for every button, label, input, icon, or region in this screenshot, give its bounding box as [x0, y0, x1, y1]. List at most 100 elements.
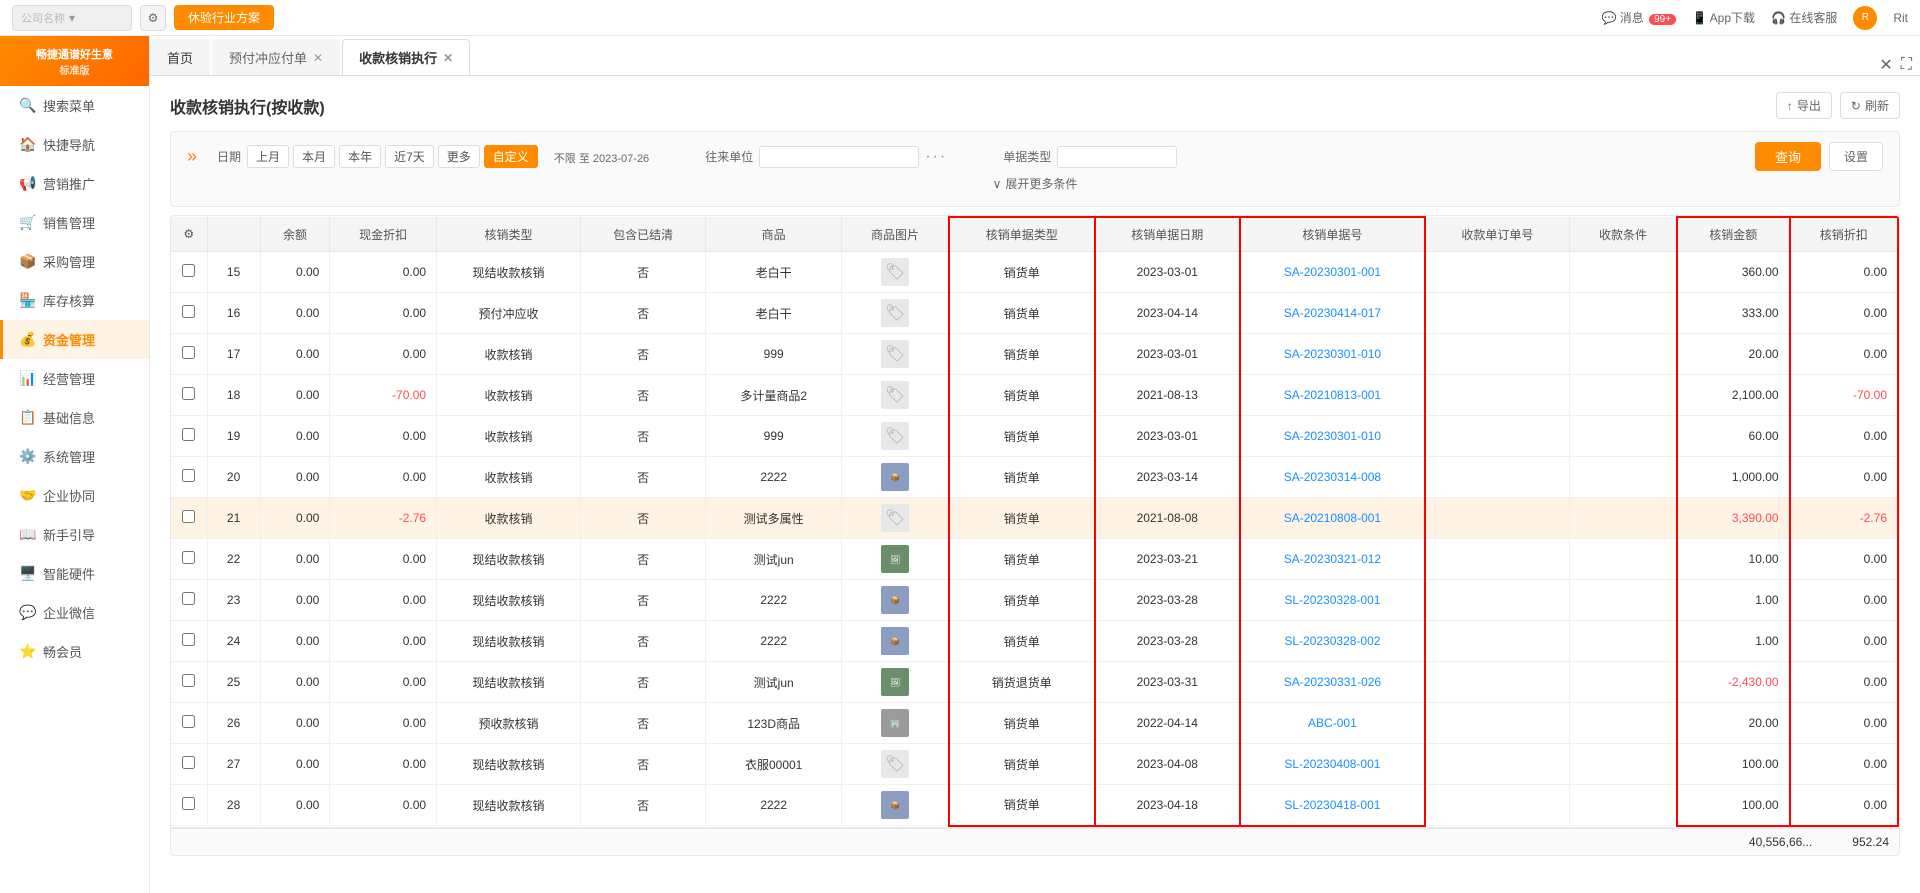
refresh-button[interactable]: ↻ 刷新 [1840, 92, 1900, 119]
row-checkbox[interactable] [182, 592, 195, 605]
doc-no-link[interactable]: SA-20230301-001 [1284, 265, 1381, 279]
cell-check[interactable] [171, 334, 207, 375]
cell-product-image: 🏷 [842, 416, 950, 457]
tab-minimize-icon[interactable]: ✕ [1879, 55, 1892, 75]
row-checkbox[interactable] [182, 264, 195, 277]
doc-no-link[interactable]: SL-20230418-001 [1284, 798, 1380, 812]
row-checkbox[interactable] [182, 756, 195, 769]
row-checkbox[interactable] [182, 346, 195, 359]
tab-maximize-icon[interactable]: ⛶ [1901, 56, 1912, 74]
doc-no-link[interactable]: SA-20230331-026 [1284, 675, 1381, 689]
col-settings[interactable]: ⚙ [171, 217, 207, 252]
cell-include-settled: 否 [581, 703, 706, 744]
doc-no-link[interactable]: SA-20230321-012 [1284, 552, 1381, 566]
user-avatar[interactable]: R [1853, 6, 1877, 30]
cell-writeoff-doc-no: SA-20230414-017 [1240, 293, 1425, 334]
doc-no-link[interactable]: ABC-001 [1308, 716, 1357, 730]
date-btn-this-year[interactable]: 本年 [339, 145, 381, 168]
search-button[interactable]: 查询 [1755, 142, 1821, 171]
settings-button[interactable]: ⚙ [140, 5, 166, 31]
doc-no-link[interactable]: SA-20210808-001 [1284, 511, 1381, 525]
row-checkbox[interactable] [182, 551, 195, 564]
setting-button[interactable]: 设置 [1829, 142, 1883, 171]
sidebar-item-enterprise[interactable]: 🤝企业协同 [0, 476, 149, 515]
tab-prepay-close[interactable]: ✕ [313, 51, 323, 65]
cell-balance: 0.00 [260, 498, 330, 539]
sidebar-item-basic[interactable]: 📋基础信息 [0, 398, 149, 437]
online-service[interactable]: 🎧 在线客服 [1771, 9, 1837, 26]
cell-check[interactable] [171, 457, 207, 498]
doc-no-link[interactable]: SA-20230414-017 [1284, 306, 1381, 320]
sidebar-item-purchase[interactable]: 📦采购管理 [0, 242, 149, 281]
doc-no-link[interactable]: SL-20230328-002 [1284, 634, 1380, 648]
app-download[interactable]: 📱 App下载 [1692, 9, 1755, 26]
row-checkbox[interactable] [182, 305, 195, 318]
cell-check[interactable] [171, 293, 207, 334]
date-btn-last-month[interactable]: 上月 [247, 145, 289, 168]
sidebar-item-search[interactable]: 🔍搜索菜单 [0, 86, 149, 125]
source-unit-input[interactable] [759, 146, 919, 168]
row-checkbox[interactable] [182, 469, 195, 482]
cell-receipt-order-no [1425, 662, 1570, 703]
expand-more[interactable]: ∨ 展开更多条件 [187, 171, 1883, 196]
cell-check[interactable] [171, 375, 207, 416]
cell-writeoff-doc-type: 销货单 [949, 416, 1094, 457]
doc-no-link[interactable]: SA-20230314-008 [1284, 470, 1381, 484]
sidebar-item-marketing[interactable]: 📢营销推广 [0, 164, 149, 203]
row-checkbox[interactable] [182, 633, 195, 646]
row-checkbox[interactable] [182, 510, 195, 523]
sidebar-item-hardware[interactable]: 🖥️智能硬件 [0, 554, 149, 593]
cell-check[interactable] [171, 498, 207, 539]
row-checkbox[interactable] [182, 797, 195, 810]
industry-button[interactable]: 休验行业方案 [174, 5, 274, 30]
sidebar-item-wechat[interactable]: 💬企业微信 [0, 593, 149, 632]
tab-receivable-close[interactable]: ✕ [443, 51, 453, 65]
cell-writeoff-type: 预付冲应收 [437, 293, 581, 334]
doc-type-select[interactable] [1057, 146, 1177, 168]
cell-check[interactable] [171, 785, 207, 826]
sidebar-item-sales[interactable]: 🛒销售管理 [0, 203, 149, 242]
date-btn-more[interactable]: 更多 [438, 145, 480, 168]
row-checkbox[interactable] [182, 428, 195, 441]
cell-check[interactable] [171, 416, 207, 457]
export-button[interactable]: ↑ 导出 [1776, 92, 1832, 119]
tab-home[interactable]: 首页 [150, 39, 210, 75]
notifications[interactable]: 💬 消息 99+ [1601, 9, 1676, 26]
sidebar-item-inventory[interactable]: 🏪库存核算 [0, 281, 149, 320]
date-btn-7days[interactable]: 近7天 [385, 145, 434, 168]
date-btn-custom[interactable]: 自定义 [484, 145, 538, 168]
row-checkbox[interactable] [182, 674, 195, 687]
doc-no-link[interactable]: SL-20230328-001 [1284, 593, 1380, 607]
cell-check[interactable] [171, 703, 207, 744]
cell-writeoff-doc-no: SA-20230321-012 [1240, 539, 1425, 580]
sidebar-item-member[interactable]: ⭐畅会员 [0, 632, 149, 671]
doc-no-link[interactable]: SA-20230301-010 [1284, 347, 1381, 361]
cell-check[interactable] [171, 744, 207, 785]
sidebar-items: 🔍搜索菜单🏠快捷导航📢营销推广🛒销售管理📦采购管理🏪库存核算💰资金管理📊经营管理… [0, 86, 149, 671]
sidebar-item-guide[interactable]: 📖新手引导 [0, 515, 149, 554]
cell-check[interactable] [171, 662, 207, 703]
cell-check[interactable] [171, 621, 207, 662]
cell-check[interactable] [171, 252, 207, 293]
doc-no-link[interactable]: SL-20230408-001 [1284, 757, 1380, 771]
cell-cash-discount: 0.00 [330, 457, 437, 498]
logo-main: 畅捷通谱好生意 [36, 46, 113, 62]
date-btn-this-month[interactable]: 本月 [293, 145, 335, 168]
cell-check[interactable] [171, 580, 207, 621]
cell-product-image: 🏷 [842, 293, 950, 334]
sidebar-item-operation[interactable]: 📊经营管理 [0, 359, 149, 398]
tab-receivable[interactable]: 收款核销执行 ✕ [342, 39, 470, 75]
row-checkbox[interactable] [182, 715, 195, 728]
cell-writeoff-discount: 0.00 [1790, 580, 1898, 621]
doc-no-link[interactable]: SA-20230301-010 [1284, 429, 1381, 443]
doc-no-link[interactable]: SA-20210813-001 [1284, 388, 1381, 402]
sidebar-item-finance[interactable]: 💰资金管理 [0, 320, 149, 359]
sidebar-item-system[interactable]: ⚙️系统管理 [0, 437, 149, 476]
cell-product-image: 📦 [842, 457, 950, 498]
tab-prepay[interactable]: 预付冲应付单 ✕ [212, 39, 340, 75]
expand-toggle-icon[interactable]: » [187, 146, 197, 167]
sidebar-item-shortcut[interactable]: 🏠快捷导航 [0, 125, 149, 164]
company-select[interactable]: 公司名称 ▾ [12, 5, 132, 31]
cell-check[interactable] [171, 539, 207, 580]
row-checkbox[interactable] [182, 387, 195, 400]
